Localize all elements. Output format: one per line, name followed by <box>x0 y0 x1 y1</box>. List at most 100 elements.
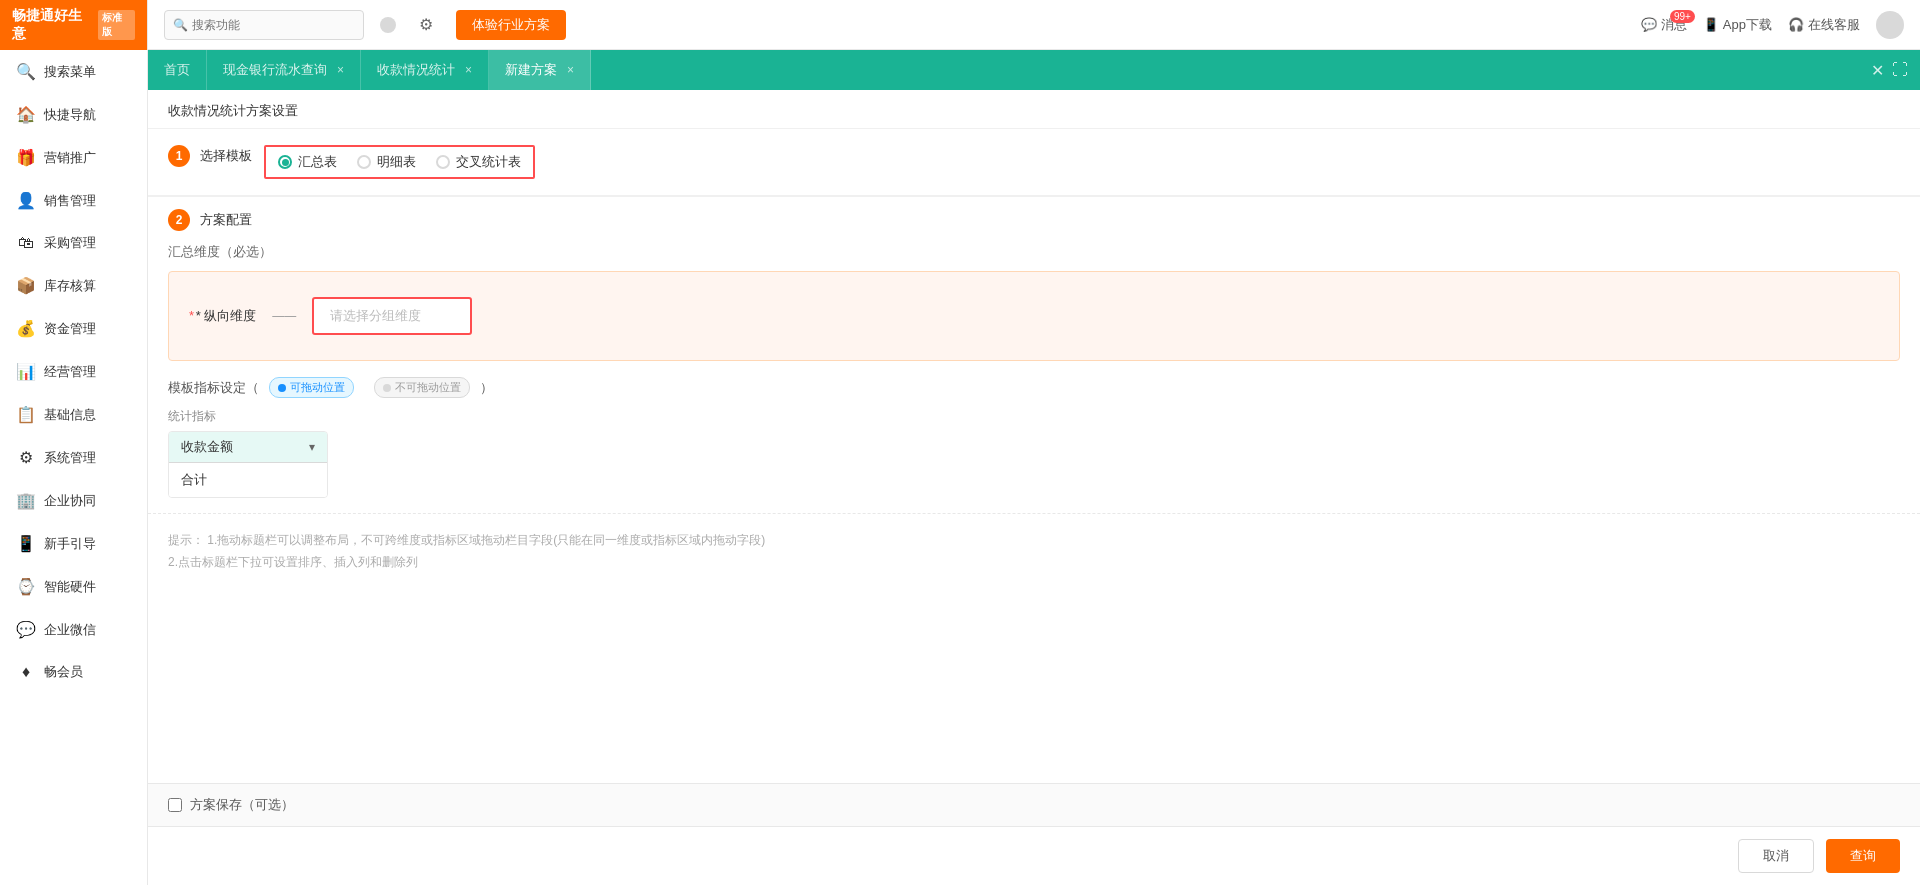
step2-section: 2 方案配置 汇总维度（必选） * * 纵向维度 —— 请选择分组维度 <box>148 196 1920 513</box>
metric-dropdown-icon[interactable]: ▾ <box>309 440 315 454</box>
step1-num: 1 <box>168 145 190 167</box>
topbar: 🔍 ⚙ 体验行业方案 💬 消息 99+ 📱 App下载 🎧 在线客服 <box>148 0 1920 50</box>
radio-cross-circle <box>436 155 450 169</box>
search-box[interactable]: 🔍 <box>164 10 364 40</box>
sidebar-item-label: 基础信息 <box>44 406 96 424</box>
support-icon: 🎧 <box>1788 17 1804 32</box>
sidebar-item-label: 畅会员 <box>44 663 83 681</box>
dimension-selector[interactable]: 请选择分组维度 <box>312 297 472 335</box>
step2-header: 2 方案配置 <box>168 209 1900 231</box>
online-support-btn[interactable]: 🎧 在线客服 <box>1788 16 1860 34</box>
tab-close-new-plan[interactable]: × <box>567 63 574 77</box>
metric-table: 收款金额 ▾ 合计 <box>168 431 328 498</box>
basic-info-icon: 📋 <box>16 405 36 424</box>
tab-close-receipt-stats[interactable]: × <box>465 63 472 77</box>
vertical-dim-label: * * 纵向维度 <box>189 307 256 325</box>
search-input[interactable] <box>192 18 352 32</box>
tabbar-actions: ✕ ⛶ <box>1859 50 1920 90</box>
sidebar-item-system[interactable]: ⚙ 系统管理 <box>0 436 147 479</box>
arrow-icon: —— <box>272 309 296 323</box>
step2-title: 方案配置 <box>200 211 252 229</box>
main-area: 🔍 ⚙ 体验行业方案 💬 消息 99+ 📱 App下载 🎧 在线客服 <box>148 0 1920 885</box>
sidebar-item-smart-hw[interactable]: ⌚ 智能硬件 <box>0 565 147 608</box>
tips-section: 提示： 1.拖动标题栏可以调整布局，不可跨维度或指标区域拖动栏目字段(只能在同一… <box>148 513 1920 589</box>
maximize-icon[interactable]: ⛶ <box>1892 61 1908 79</box>
tab-close-bank-flow[interactable]: × <box>337 63 344 77</box>
sidebar-item-purchase[interactable]: 🛍 采购管理 <box>0 222 147 264</box>
non-draggable-indicator: 不可拖动位置 <box>374 377 470 398</box>
sidebar-item-member[interactable]: ♦ 畅会员 <box>0 651 147 693</box>
metric-table-cell: 合计 <box>169 463 327 497</box>
sidebar-item-marketing[interactable]: 🎁 营销推广 <box>0 136 147 179</box>
sidebar-item-finance[interactable]: 💰 资金管理 <box>0 307 147 350</box>
search-menu-icon: 🔍 <box>16 62 36 81</box>
sidebar-item-inventory[interactable]: 📦 库存核算 <box>0 264 147 307</box>
sidebar-item-label: 快捷导航 <box>44 106 96 124</box>
settings-icon[interactable]: ⚙ <box>412 11 440 39</box>
tab-receipt-stats[interactable]: 收款情况统计 × <box>361 50 489 90</box>
sidebar-item-quick-nav[interactable]: 🏠 快捷导航 <box>0 93 147 136</box>
radio-summary-circle <box>278 155 292 169</box>
sales-icon: 👤 <box>16 191 36 210</box>
close-window-icon[interactable]: ✕ <box>1871 61 1884 80</box>
sidebar-item-operation[interactable]: 📊 经营管理 <box>0 350 147 393</box>
stats-section-label: 统计指标 <box>168 408 1900 425</box>
industry-btn[interactable]: 体验行业方案 <box>456 10 566 40</box>
metric-table-header: 收款金额 ▾ <box>169 432 327 463</box>
bottom-bar: 取消 查询 <box>148 826 1920 885</box>
notification-btn[interactable]: 💬 消息 99+ <box>1641 16 1687 34</box>
step1-header: 1 选择模板 <box>168 145 252 167</box>
sidebar-item-label: 营销推广 <box>44 149 96 167</box>
sidebar-item-search-menu[interactable]: 🔍 搜索菜单 <box>0 50 147 93</box>
sidebar-item-label: 库存核算 <box>44 277 96 295</box>
tab-bank-flow[interactable]: 现金银行流水查询 × <box>207 50 361 90</box>
config-panel: 汇总维度（必选） * * 纵向维度 —— 请选择分组维度 <box>168 243 1900 501</box>
radio-cross[interactable]: 交叉统计表 <box>436 153 521 171</box>
sidebar-item-sales[interactable]: 👤 销售管理 <box>0 179 147 222</box>
tab-new-plan[interactable]: 新建方案 × <box>489 50 591 90</box>
radio-summary[interactable]: 汇总表 <box>278 153 337 171</box>
app-download-btn[interactable]: 📱 App下载 <box>1703 16 1772 34</box>
dimension-row: * * 纵向维度 —— 请选择分组维度 <box>189 297 472 335</box>
save-option-footer: 方案保存（可选） <box>148 783 1920 826</box>
marketing-icon: 🎁 <box>16 148 36 167</box>
notification-badge: 99+ <box>1670 10 1695 23</box>
metric-header: 模板指标设定（ 可拖动位置 不可拖动位置 ） <box>168 377 1900 398</box>
metric-close-paren: ） <box>480 379 493 397</box>
purchase-icon: 🛍 <box>16 234 36 252</box>
topbar-right: 💬 消息 99+ 📱 App下载 🎧 在线客服 <box>1641 11 1904 39</box>
operation-icon: 📊 <box>16 362 36 381</box>
user-avatar[interactable] <box>1876 11 1904 39</box>
dimension-label: 汇总维度（必选） <box>168 243 1900 261</box>
sidebar-item-basic-info[interactable]: 📋 基础信息 <box>0 393 147 436</box>
metric-settings-label: 模板指标设定（ <box>168 379 259 397</box>
sidebar-item-wechat[interactable]: 💬 企业微信 <box>0 608 147 651</box>
home-icon: 🏠 <box>16 105 36 124</box>
page-content: 收款情况统计方案设置 1 选择模板 汇总表 <box>148 90 1920 885</box>
sidebar-item-label: 新手引导 <box>44 535 96 553</box>
sidebar: 畅捷通好生意 标准版 🔍 搜索菜单 🏠 快捷导航 🎁 营销推广 👤 销售管理 🛍… <box>0 0 148 885</box>
content-area: 收款情况统计方案设置 1 选择模板 汇总表 <box>148 90 1920 783</box>
draggable-indicator: 可拖动位置 <box>269 377 354 398</box>
guide-icon: 📱 <box>16 534 36 553</box>
tab-home[interactable]: 首页 <box>148 50 207 90</box>
message-icon: 💬 <box>1641 17 1657 32</box>
step1-content: 1 选择模板 汇总表 明细表 <box>168 145 1900 179</box>
cancel-button[interactable]: 取消 <box>1738 839 1814 873</box>
save-plan-checkbox[interactable] <box>168 798 182 812</box>
sidebar-item-enterprise[interactable]: 🏢 企业协同 <box>0 479 147 522</box>
sidebar-item-label: 销售管理 <box>44 192 96 210</box>
wechat-icon: 💬 <box>16 620 36 639</box>
template-radio-group: 汇总表 明细表 交叉统计表 <box>264 145 535 179</box>
sidebar-item-label: 搜索菜单 <box>44 63 96 81</box>
sidebar-item-guide[interactable]: 📱 新手引导 <box>0 522 147 565</box>
query-button[interactable]: 查询 <box>1826 839 1900 873</box>
sidebar-item-label: 智能硬件 <box>44 578 96 596</box>
sidebar-item-label: 资金管理 <box>44 320 96 338</box>
radio-detail[interactable]: 明细表 <box>357 153 416 171</box>
download-icon: 📱 <box>1703 17 1719 32</box>
app-logo: 畅捷通好生意 标准版 <box>0 0 147 50</box>
search-icon: 🔍 <box>173 18 188 32</box>
enterprise-icon: 🏢 <box>16 491 36 510</box>
member-icon: ♦ <box>16 663 36 681</box>
